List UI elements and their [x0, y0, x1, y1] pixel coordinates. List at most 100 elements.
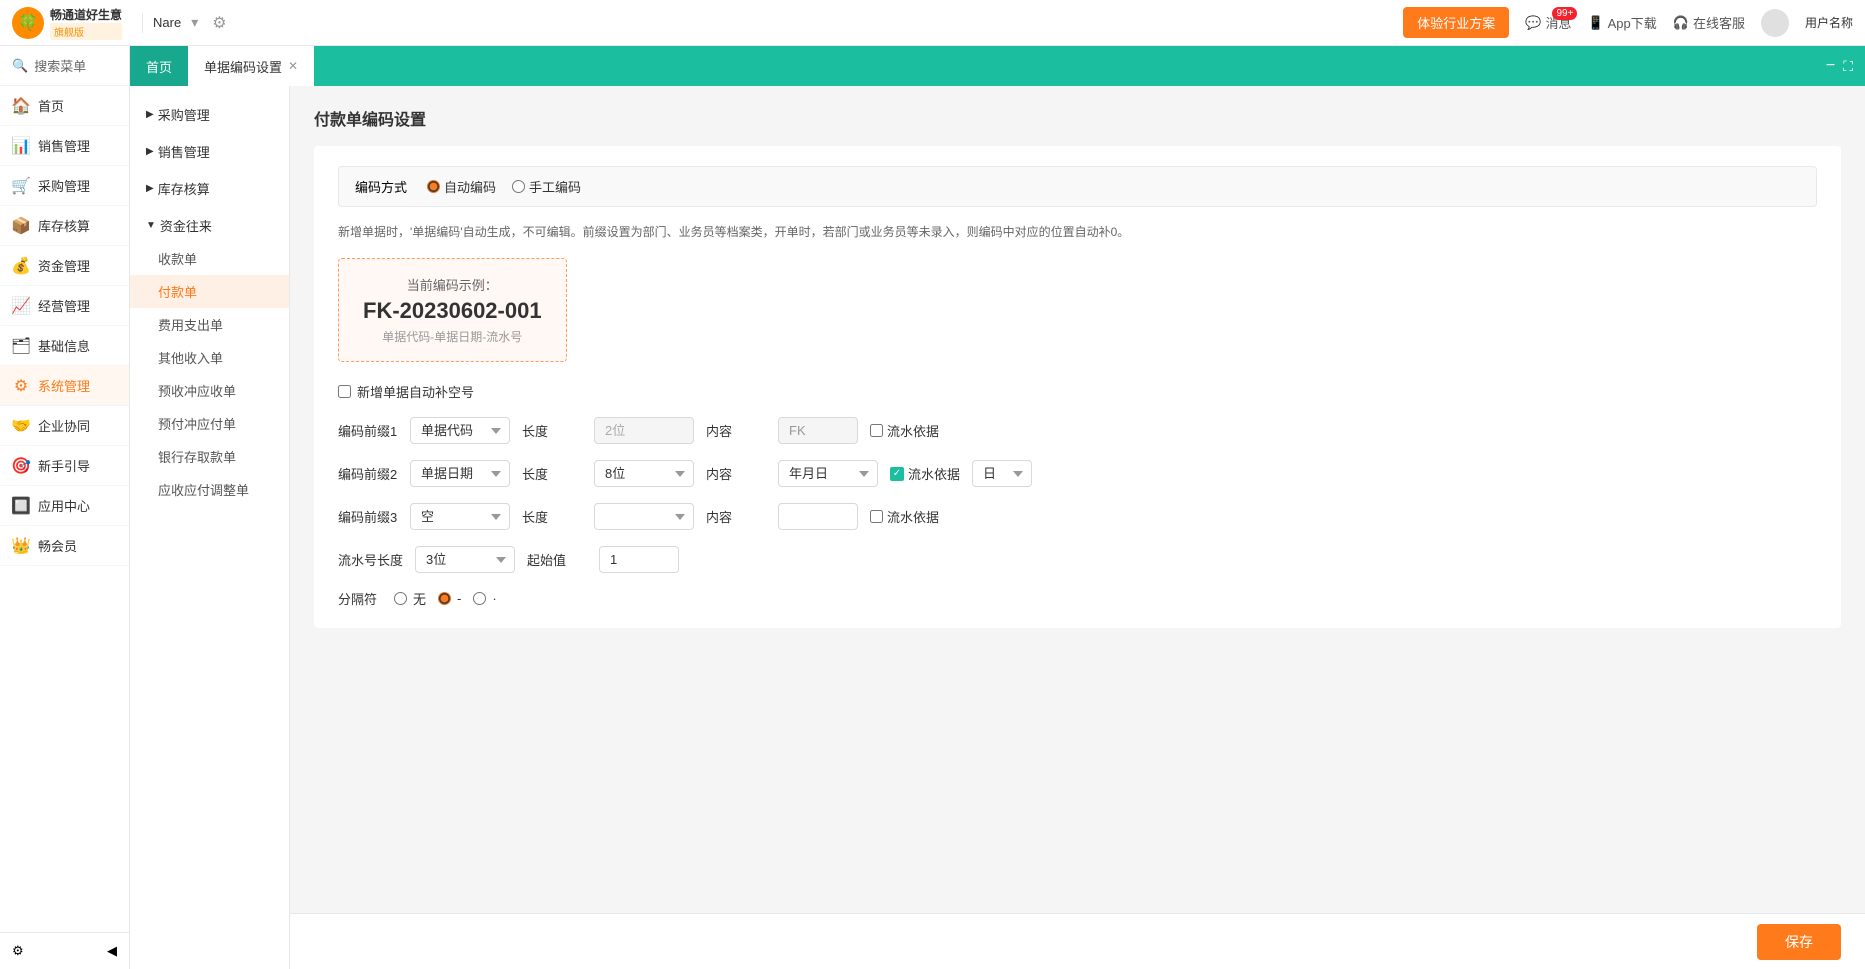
purchase-icon: 🛒 [12, 177, 30, 195]
tab-minimize-icon[interactable]: − [1826, 57, 1835, 75]
phone-icon: 📱 [1587, 15, 1603, 31]
tab-close-icon[interactable]: ✕ [288, 59, 298, 73]
home-icon: 🏠 [12, 97, 30, 115]
prefix-row-1: 编码前缀1 单据代码 长度 2位 内容 [338, 417, 1817, 444]
length3-select[interactable] [594, 503, 694, 530]
sidebar-bottom: ⚙ ◀ [0, 932, 129, 969]
app-download-btn[interactable]: 📱 App下载 [1587, 13, 1656, 32]
sidebar-item-guide[interactable]: 🎯 新手引导 [0, 446, 129, 486]
right-panel: ▶ 采购管理 ▶ 销售管理 ▶ 库存核算 [130, 86, 1865, 969]
settings-gear-icon[interactable]: ⚙ [12, 943, 24, 959]
member-icon: 👑 [12, 537, 30, 555]
sidebar-item-apps[interactable]: 🔲 应用中心 [0, 486, 129, 526]
length2-label: 长度 [522, 464, 582, 483]
content-area: 首页 单据编码设置 ✕ − ⛶ ▶ 采购管理 [130, 46, 1865, 969]
watermark2-period-select[interactable]: 日 [972, 460, 1032, 487]
sub-nav-item-expense[interactable]: 费用支出单 [130, 308, 289, 341]
basics-icon: 🗂 [12, 337, 30, 355]
watermark1-label: 流水依据 [870, 421, 939, 440]
headset-icon: 🎧 [1673, 15, 1689, 31]
online-service-btn[interactable]: 🎧 在线客服 [1673, 13, 1745, 32]
company-dropdown-icon[interactable]: ▾ [191, 14, 198, 31]
info-text: 新增单据时，'单据编码'自动生成，不可编辑。前缀设置为部门、业务员等档案类，开单… [338, 223, 1817, 242]
save-button[interactable]: 保存 [1757, 924, 1841, 960]
separator-dash-radio[interactable]: - [438, 591, 461, 606]
sub-nav-group-purchase: ▶ 采购管理 [130, 98, 289, 131]
sidebar-item-system[interactable]: ⚙ 系统管理 [0, 366, 129, 406]
sidebar-item-enterprise[interactable]: 🤝 企业协同 [0, 406, 129, 446]
logo-icon: 🍀 [12, 7, 44, 39]
sub-nav-group-sales: ▶ 销售管理 [130, 135, 289, 168]
sub-nav-item-payment[interactable]: 付款单 [130, 275, 289, 308]
sidebar-item-sales[interactable]: 📊 销售管理 [0, 126, 129, 166]
sub-nav-item-pre-pay[interactable]: 预付冲应付单 [130, 407, 289, 440]
auto-fill-checkbox[interactable] [338, 385, 351, 398]
sidebar-item-member[interactable]: 👑 畅会员 [0, 526, 129, 566]
prefix-row-2: 编码前缀2 单据日期 长度 8位 内容 年月日 [338, 460, 1817, 487]
sidebar-item-home[interactable]: 🏠 首页 [0, 86, 129, 126]
content1-input [778, 417, 858, 444]
encoding-radio-group: 自动编码 手工编码 [427, 177, 581, 196]
watermark1-checkbox[interactable] [870, 424, 883, 437]
sidebar-item-management[interactable]: 📈 经营管理 [0, 286, 129, 326]
watermark3-checkbox[interactable] [870, 510, 883, 523]
sub-nav-item-adjust[interactable]: 应收应付调整单 [130, 473, 289, 506]
chevron-right-icon3: ▶ [146, 183, 154, 194]
length1-label: 长度 [522, 421, 582, 440]
content3-label: 内容 [706, 507, 766, 526]
sub-nav-header-inventory[interactable]: ▶ 库存核算 [130, 172, 289, 205]
code-example-value: FK-20230602-001 [363, 298, 542, 324]
length3-label: 长度 [522, 507, 582, 526]
sub-nav-group-inventory: ▶ 库存核算 [130, 172, 289, 205]
sidebar-item-finance[interactable]: 💰 资金管理 [0, 246, 129, 286]
tab-home[interactable]: 首页 [130, 46, 188, 86]
length2-select[interactable]: 8位 [594, 460, 694, 487]
guide-icon: 🎯 [12, 457, 30, 475]
code-example-label: 当前编码示例： [363, 275, 542, 294]
main-layout: 🔍 搜索菜单 🏠 首页 📊 销售管理 🛒 采购管理 📦 库存核算 💰 资金管理 … [0, 46, 1865, 969]
finance-icon: 💰 [12, 257, 30, 275]
watermark2-label: ✓ 流水依据 [890, 464, 960, 483]
sidebar-item-purchase[interactable]: 🛒 采购管理 [0, 166, 129, 206]
tab-encoding-settings[interactable]: 单据编码设置 ✕ [188, 46, 314, 86]
sub-nav-header-purchase[interactable]: ▶ 采购管理 [130, 98, 289, 131]
page-title: 付款单编码设置 [314, 106, 1841, 130]
tab-bar: 首页 单据编码设置 ✕ − ⛶ [130, 46, 1865, 86]
sub-nav-header-sales[interactable]: ▶ 销售管理 [130, 135, 289, 168]
enterprise-icon: 🤝 [12, 417, 30, 435]
message-btn[interactable]: 💬 消息 99+ [1525, 13, 1571, 32]
settings-icon[interactable]: ⚙ [212, 13, 226, 33]
sales-icon: 📊 [12, 137, 30, 155]
user-avatar[interactable] [1761, 9, 1789, 37]
content2-select[interactable]: 年月日 [778, 460, 878, 487]
sub-nav-header-funds[interactable]: ▼ 资金往来 [130, 209, 289, 242]
collapse-icon[interactable]: ◀ [107, 943, 117, 959]
trial-btn[interactable]: 体验行业方案 [1403, 7, 1509, 38]
sub-nav-item-bank[interactable]: 银行存取款单 [130, 440, 289, 473]
sidebar-item-basics[interactable]: 🗂 基础信息 [0, 326, 129, 366]
serial-row: 流水号长度 3位 起始值 [338, 546, 1817, 573]
prefix3-select[interactable]: 空 [410, 503, 510, 530]
serial-length-select[interactable]: 3位 [415, 546, 515, 573]
separator-dot-radio[interactable]: · [473, 591, 496, 606]
system-icon: ⚙ [12, 377, 30, 395]
start-value-label: 起始值 [527, 550, 587, 569]
auto-encode-radio[interactable]: 自动编码 [427, 177, 496, 196]
prefix1-label: 编码前缀1 [338, 421, 398, 440]
manual-encode-radio[interactable]: 手工编码 [512, 177, 581, 196]
sub-nav-item-pre-receive[interactable]: 预收冲应收单 [130, 374, 289, 407]
separator-none-radio[interactable]: 无 [394, 589, 426, 608]
search-menu-btn[interactable]: 🔍 搜索菜单 [0, 46, 129, 86]
sub-nav-item-receipt[interactable]: 收款单 [130, 242, 289, 275]
sidebar-item-inventory[interactable]: 📦 库存核算 [0, 206, 129, 246]
length1-select[interactable]: 2位 [594, 417, 694, 444]
watermark3-label: 流水依据 [870, 507, 939, 526]
prefix1-select[interactable]: 单据代码 [410, 417, 510, 444]
content3-input[interactable] [778, 503, 858, 530]
tab-right-actions: − ⛶ [1826, 57, 1865, 75]
start-value-input[interactable] [599, 546, 679, 573]
tab-maximize-icon[interactable]: ⛶ [1843, 58, 1853, 75]
sub-nav-item-other-income[interactable]: 其他收入单 [130, 341, 289, 374]
prefix2-select[interactable]: 单据日期 [410, 460, 510, 487]
encoding-method-section: 编码方式 自动编码 手工编码 [338, 166, 1817, 207]
